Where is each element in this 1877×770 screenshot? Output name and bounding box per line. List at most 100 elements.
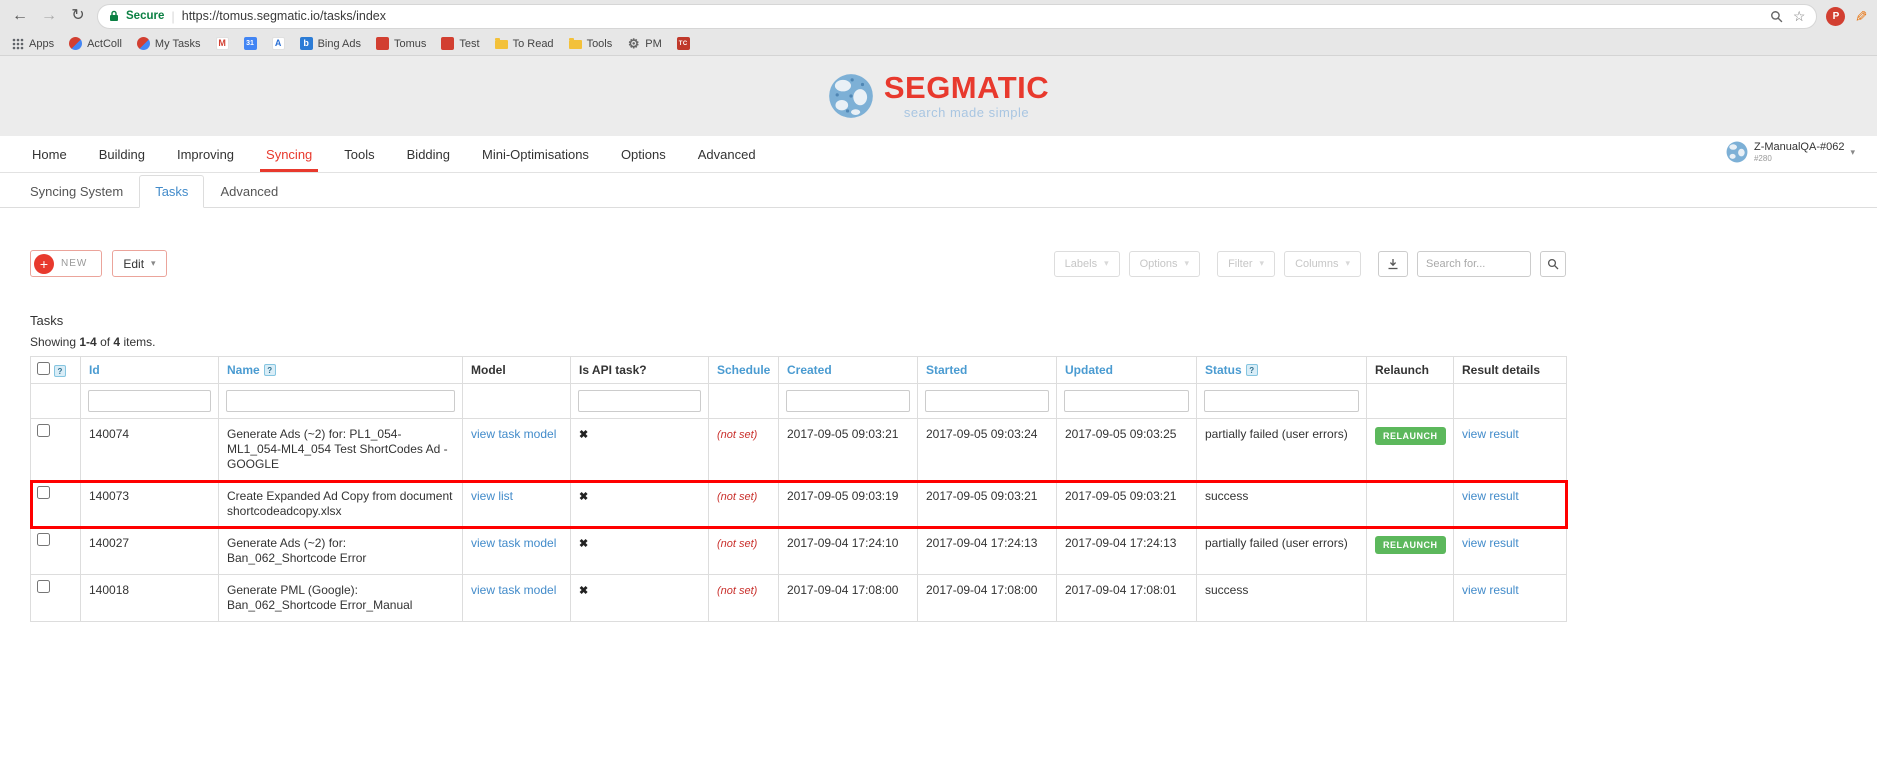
user-menu[interactable]: Z-ManualQA-#062 #280 ▾ <box>1726 141 1855 163</box>
view-list-link[interactable]: view list <box>471 489 513 503</box>
cell-schedule: (not set) <box>717 429 758 441</box>
bookmark-apps[interactable]: Apps <box>12 38 54 50</box>
labels-dropdown-button[interactable]: Labels ▾ <box>1053 250 1120 277</box>
search-input[interactable] <box>1417 250 1531 277</box>
url-text[interactable]: https://tomus.segmatic.io/tasks/index <box>182 9 1763 23</box>
nav-item-mini-optimisations[interactable]: Mini-Optimisations <box>466 136 605 172</box>
cell-updated: 2017-09-04 17:08:01 <box>1056 574 1197 622</box>
address-bar[interactable]: Secure | https://tomus.segmatic.io/tasks… <box>97 3 1818 29</box>
help-icon[interactable] <box>1245 364 1258 376</box>
column-header-name[interactable]: Name <box>218 356 463 384</box>
filter-updated-input[interactable] <box>1064 390 1189 412</box>
search-button[interactable] <box>1540 250 1566 277</box>
filter-is-api-task-input[interactable] <box>578 390 701 412</box>
nav-item-tools[interactable]: Tools <box>328 136 390 172</box>
calendar-icon: 31 <box>243 37 257 50</box>
select-all-checkbox[interactable] <box>37 362 50 375</box>
column-header-started[interactable]: Started <box>917 356 1057 384</box>
bookmarks-bar: Apps ActColl My Tasks M 31 A b Bing Ads T… <box>0 32 1877 55</box>
cross-icon: ✖ <box>579 491 589 503</box>
grid-toolbar: + NEW Edit ▾ Labels ▾ Options ▾ Filter ▾ Co… <box>30 250 1566 277</box>
chevron-down-icon: ▾ <box>1184 258 1190 268</box>
view-task-model-link[interactable]: view task model <box>471 583 556 597</box>
tab-tasks[interactable]: Tasks <box>139 175 205 208</box>
back-icon[interactable]: ← <box>10 8 30 24</box>
apps-grid-icon <box>12 38 24 49</box>
help-icon[interactable] <box>263 364 276 376</box>
column-header-schedule[interactable]: Schedule <box>708 356 779 384</box>
view-task-model-link[interactable]: view task model <box>471 427 556 441</box>
columns-dropdown-button[interactable]: Columns ▾ <box>1284 250 1361 277</box>
bookmark-analytics[interactable]: A <box>271 37 285 50</box>
reload-icon[interactable]: ↻ <box>68 8 88 24</box>
view-result-link[interactable]: view result <box>1462 583 1519 597</box>
nav-item-home[interactable]: Home <box>16 136 83 172</box>
new-button[interactable]: + NEW <box>30 250 103 277</box>
tab-advanced[interactable]: Advanced <box>204 175 294 208</box>
tasks-content: Tasks Showing 1-4 of 4 items. Id Name Mo… <box>0 313 1877 622</box>
extension-p-icon[interactable]: P <box>1826 6 1846 26</box>
bookmark-calendar[interactable]: 31 <box>243 37 257 50</box>
cell-created: 2017-09-04 17:08:00 <box>778 574 918 622</box>
column-header-status[interactable]: Status <box>1196 356 1367 384</box>
column-header-id[interactable]: Id <box>80 356 219 384</box>
bookmark-actcoll[interactable]: ActColl <box>69 37 122 50</box>
nav-item-options[interactable]: Options <box>605 136 682 172</box>
bookmark-bing-ads[interactable]: b Bing Ads <box>299 37 361 50</box>
bookmark-tomus[interactable]: Tomus <box>375 37 426 50</box>
nav-item-improving[interactable]: Improving <box>161 136 250 172</box>
filter-name-input[interactable] <box>226 390 455 412</box>
chevron-down-icon: ▾ <box>151 258 156 268</box>
zoom-icon[interactable] <box>1770 10 1783 23</box>
bookmark-star-icon[interactable]: ☆ <box>1793 8 1806 25</box>
bookmark-to-read[interactable]: To Read <box>494 38 554 50</box>
cell-schedule: (not set) <box>717 491 758 503</box>
options-dropdown-button[interactable]: Options ▾ <box>1128 250 1201 277</box>
column-header-created[interactable]: Created <box>778 356 918 384</box>
column-header-updated[interactable]: Updated <box>1056 356 1197 384</box>
row-checkbox[interactable] <box>37 424 50 437</box>
row-checkbox[interactable] <box>37 486 50 499</box>
bookmark-test[interactable]: Test <box>441 37 480 50</box>
view-task-model-link[interactable]: view task model <box>471 536 556 550</box>
filter-started-input[interactable] <box>925 390 1049 412</box>
filter-id-input[interactable] <box>88 390 211 412</box>
nav-item-bidding[interactable]: Bidding <box>391 136 466 172</box>
analytics-icon: A <box>271 37 285 50</box>
cell-status: partially failed (user errors) <box>1196 527 1367 575</box>
download-button[interactable] <box>1378 250 1408 277</box>
filter-status-input[interactable] <box>1204 390 1359 412</box>
page-title: Tasks <box>30 313 64 328</box>
paw-icon <box>136 37 150 50</box>
view-result-link[interactable]: view result <box>1462 536 1519 550</box>
segmatic-logo[interactable]: SEGMATIC search made simple <box>828 72 1049 120</box>
relaunch-button[interactable]: RELAUNCH <box>1375 536 1446 554</box>
cell-id: 140074 <box>80 418 219 481</box>
forward-icon[interactable]: → <box>39 8 59 24</box>
bookmark-tc[interactable]: TC <box>676 37 690 50</box>
edit-dropdown-button[interactable]: Edit ▾ <box>112 250 167 277</box>
column-header-relaunch: Relaunch <box>1366 356 1454 384</box>
view-result-link[interactable]: view result <box>1462 427 1519 441</box>
bookmark-my-tasks[interactable]: My Tasks <box>136 37 201 50</box>
sub-nav: Syncing System Tasks Advanced <box>0 173 1877 208</box>
extension-pencil-icon[interactable]: ✎ <box>1852 10 1870 23</box>
tab-syncing-system[interactable]: Syncing System <box>14 175 139 208</box>
nav-item-building[interactable]: Building <box>83 136 161 172</box>
row-checkbox[interactable] <box>37 580 50 593</box>
nav-item-syncing[interactable]: Syncing <box>250 136 328 172</box>
bookmark-pm[interactable]: ⚙ PM <box>627 37 662 50</box>
cell-status: success <box>1196 480 1367 528</box>
chevron-down-icon: ▾ <box>1259 258 1265 268</box>
help-icon[interactable] <box>54 365 66 377</box>
bookmark-tools[interactable]: Tools <box>568 38 612 50</box>
filter-dropdown-button[interactable]: Filter ▾ <box>1217 250 1276 277</box>
paw-icon <box>69 37 83 50</box>
filter-created-input[interactable] <box>786 390 910 412</box>
row-checkbox[interactable] <box>37 533 50 546</box>
table-row: 140073 Create Expanded Ad Copy from docu… <box>29 479 1568 529</box>
bookmark-gmail[interactable]: M <box>215 37 229 50</box>
relaunch-button[interactable]: RELAUNCH <box>1375 427 1446 445</box>
view-result-link[interactable]: view result <box>1462 489 1519 503</box>
nav-item-advanced[interactable]: Advanced <box>682 136 772 172</box>
